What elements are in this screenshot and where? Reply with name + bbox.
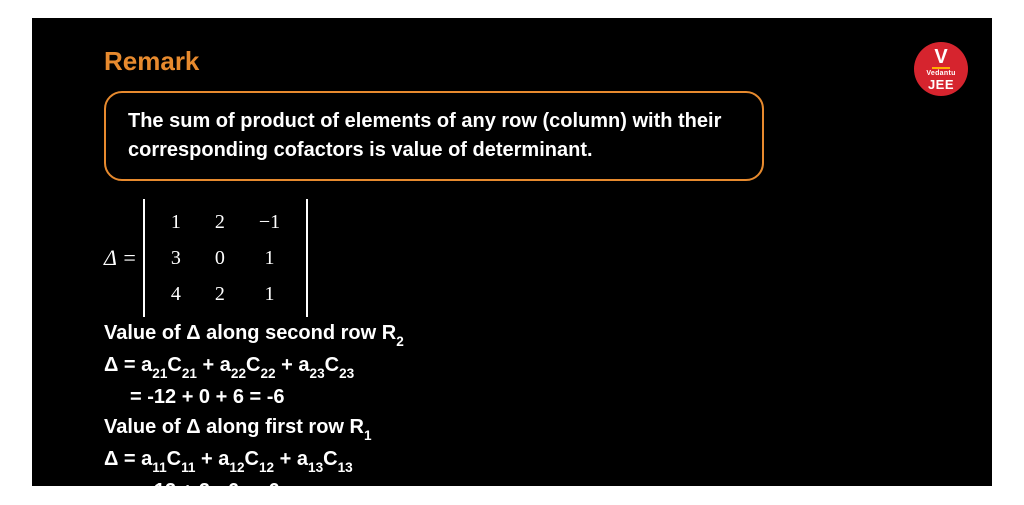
- determinant-bars: 1 2 −1 3 0 1 4 2 1: [143, 199, 308, 317]
- subscript: 21: [152, 366, 167, 381]
- text: + a: [197, 354, 231, 376]
- subscript: 22: [231, 366, 246, 381]
- subscript: 21: [182, 366, 197, 381]
- matrix-cell: 2: [199, 205, 241, 239]
- line-expansion-r1: Δ = a11C11 + a12C12 + a13C13: [104, 445, 920, 475]
- subscript: 23: [339, 366, 354, 381]
- matrix-cell: 1: [155, 205, 197, 239]
- line-expansion-r2: Δ = a21C21 + a22C22 + a23C23: [104, 351, 920, 381]
- subscript: 12: [229, 460, 244, 475]
- text: C: [325, 354, 339, 376]
- subscript: 11: [181, 460, 195, 475]
- subscript: 13: [338, 460, 353, 475]
- subscript: 2: [396, 334, 404, 349]
- text: C: [323, 448, 337, 470]
- determinant-row: Δ = 1 2 −1 3 0 1 4 2: [104, 199, 920, 317]
- slide-title: Remark: [104, 46, 920, 77]
- text: C: [167, 448, 181, 470]
- brand-underline: [932, 67, 950, 69]
- matrix-cell: 1: [243, 241, 296, 275]
- subscript: 13: [308, 460, 323, 475]
- line-result-r2: = -12 + 0 + 6 = -6: [104, 383, 920, 411]
- subscript: 22: [261, 366, 276, 381]
- text: Value of Δ along first row R: [104, 416, 364, 438]
- matrix-cell: 2: [199, 277, 241, 311]
- text: Δ = a: [104, 448, 152, 470]
- brand-subtitle: Vedantu: [926, 70, 955, 77]
- matrix-cell: 4: [155, 277, 197, 311]
- text: Δ = a: [104, 354, 152, 376]
- determinant-matrix: 1 2 −1 3 0 1 4 2 1: [153, 203, 298, 313]
- matrix-cell: 0: [199, 241, 241, 275]
- text: + a: [276, 354, 310, 376]
- matrix-cell: −1: [243, 205, 296, 239]
- subscript: 23: [310, 366, 325, 381]
- matrix-cell: 1: [243, 277, 296, 311]
- remark-text: The sum of product of elements of any ro…: [128, 110, 721, 161]
- line-result-r1: = -12 + 2 - 6 = -6: [104, 477, 920, 505]
- table-row: 1 2 −1: [155, 205, 296, 239]
- brand-badge: V Vedantu JEE: [914, 42, 968, 96]
- text: C: [246, 354, 260, 376]
- text: C: [167, 354, 181, 376]
- table-row: 4 2 1: [155, 277, 296, 311]
- text: + a: [196, 448, 230, 470]
- matrix-cell: 3: [155, 241, 197, 275]
- slide: V Vedantu JEE Remark The sum of product …: [32, 18, 992, 486]
- line-value-r1: Value of Δ along first row R1: [104, 413, 920, 443]
- brand-jee: JEE: [928, 78, 954, 91]
- brand-v-icon: V: [934, 48, 947, 66]
- text: C: [245, 448, 259, 470]
- subscript: 11: [152, 460, 166, 475]
- subscript: 1: [364, 428, 372, 443]
- delta-equals: Δ =: [104, 243, 137, 274]
- math-block: Δ = 1 2 −1 3 0 1 4 2: [104, 199, 920, 505]
- line-value-r2: Value of Δ along second row R2: [104, 319, 920, 349]
- subscript: 12: [259, 460, 274, 475]
- text: + a: [274, 448, 308, 470]
- table-row: 3 0 1: [155, 241, 296, 275]
- text: Value of Δ along second row R: [104, 322, 396, 344]
- remark-box: The sum of product of elements of any ro…: [104, 91, 764, 181]
